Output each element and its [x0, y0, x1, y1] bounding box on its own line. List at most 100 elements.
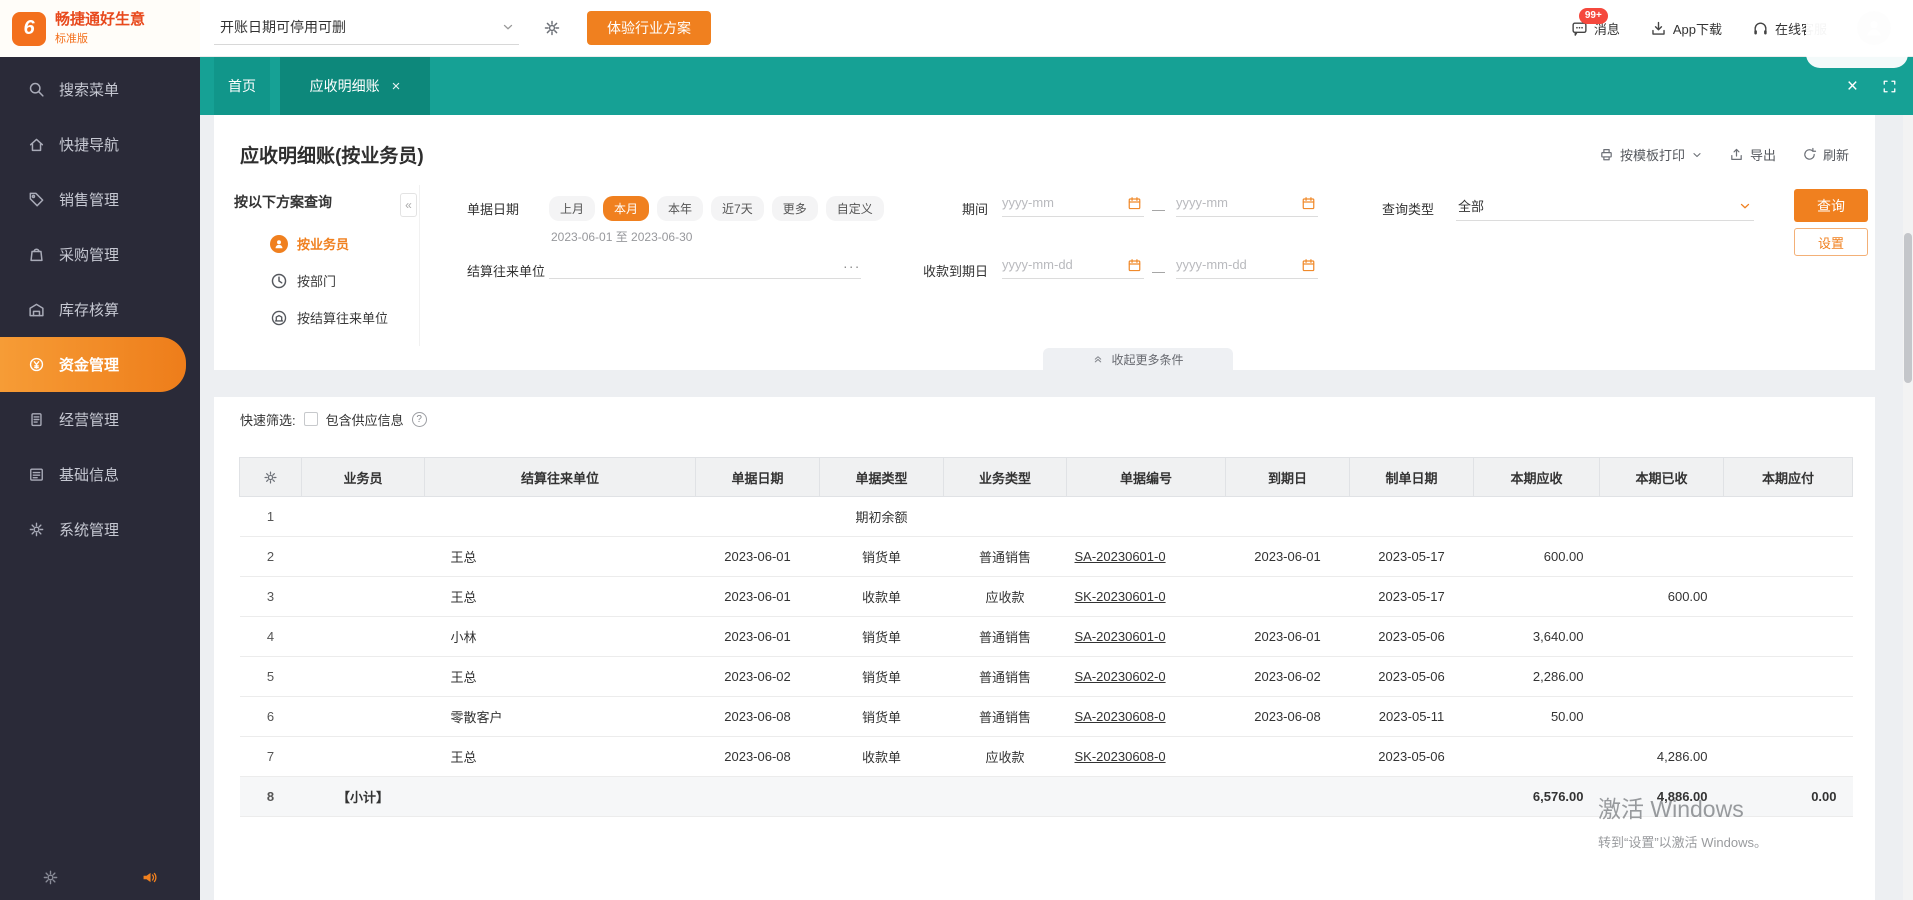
sidebar-item-purchase-mgmt[interactable]: 采购管理 [0, 227, 200, 282]
cell-receivable [1473, 496, 1600, 537]
cell-salesperson [301, 576, 425, 617]
query-scheme-title: 按以下方案查询 [234, 194, 332, 210]
sidebar-item-label: 基础信息 [59, 467, 120, 484]
row-no: 1 [239, 496, 302, 537]
chip-last-month[interactable]: 上月 [549, 196, 596, 221]
sidebar-item-business-mgmt[interactable]: 经营管理 [0, 392, 200, 447]
cell-payable [1723, 696, 1853, 737]
chip-custom[interactable]: 自定义 [825, 196, 884, 221]
table-row[interactable]: 3 王总 2023-06-01 收款单 应收款 SK-20230601-0 20… [239, 576, 1853, 617]
period-from-input[interactable] [1002, 189, 1144, 217]
help-icon[interactable]: ? [411, 411, 427, 427]
system-icon [28, 521, 45, 538]
table-row[interactable]: 7 王总 2023-06-08 收款单 应收款 SK-20230608-0 20… [239, 736, 1853, 777]
sidebar-item-quick-nav[interactable]: 快捷导航 [0, 117, 200, 172]
close-all-tabs-icon[interactable]: × [1847, 77, 1858, 96]
fullscreen-icon[interactable] [1882, 79, 1897, 94]
cell-payable [1723, 736, 1853, 777]
sidebar-item-search-menu[interactable]: 搜索菜单 [0, 62, 200, 117]
settings-gear-icon[interactable] [42, 869, 59, 886]
scrollbar-thumb[interactable] [1904, 233, 1912, 383]
table-row[interactable]: 5 王总 2023-06-02 销货单 普通销售 SA-20230602-0 2… [239, 656, 1853, 697]
sidebar: 6 畅捷通好生意 标准版 搜索菜单 快捷导航 销售管理 采购管理 库存核算 资金… [0, 0, 200, 900]
range-dash: — [1152, 202, 1165, 217]
doc-link[interactable]: SA-20230602-0 [1075, 669, 1166, 684]
cell-payable [1723, 656, 1853, 697]
sidebar-item-fund-mgmt[interactable]: 资金管理 [0, 337, 186, 392]
row-no: 6 [239, 696, 302, 737]
chip-this-year[interactable]: 本年 [657, 196, 704, 221]
column-settings-cell [239, 457, 302, 497]
due-date-label: 收款到期日 [922, 264, 988, 279]
cell-doc-type: 销货单 [819, 536, 944, 577]
brand-edition: 标准版 [55, 33, 88, 46]
sidebar-item-base-info[interactable]: 基础信息 [0, 447, 200, 502]
tab-home[interactable]: 首页 [214, 57, 270, 115]
due-to-input[interactable] [1176, 251, 1318, 279]
panel-collapse-button[interactable]: « [400, 193, 417, 217]
sidebar-item-system-mgmt[interactable]: 系统管理 [0, 502, 200, 557]
doc-link[interactable]: SK-20230608-0 [1075, 749, 1166, 764]
doc-link[interactable]: SA-20230601-0 [1075, 549, 1166, 564]
messages-link[interactable]: 99+ 消息 [1571, 7, 1620, 38]
row-no: 3 [239, 576, 302, 617]
announcement-speaker-icon[interactable] [141, 869, 158, 886]
calendar-icon[interactable] [1301, 258, 1316, 273]
chip-last-7-days[interactable]: 近7天 [711, 196, 764, 221]
cell-received [1599, 656, 1724, 697]
sidebar-item-inventory-accounting[interactable]: 库存核算 [0, 282, 200, 337]
export-button[interactable]: 导出 [1729, 145, 1776, 164]
due-from-input[interactable] [1002, 251, 1144, 279]
doc-link[interactable]: SA-20230608-0 [1075, 709, 1166, 724]
search-button[interactable]: 查询 [1794, 189, 1868, 222]
cell-doc-type: 销货单 [819, 656, 944, 697]
table-row[interactable]: 2 王总 2023-06-01 销货单 普通销售 SA-20230601-0 2… [239, 536, 1853, 577]
app-download-label: App下载 [1672, 21, 1722, 37]
settlement-unit-input[interactable] [549, 251, 861, 279]
table-row[interactable]: 1 期初余额 [239, 496, 1853, 537]
collapse-more-conditions[interactable]: 收起更多条件 [1043, 348, 1233, 370]
column-settings-gear-icon[interactable] [263, 470, 278, 485]
cell-salesperson [301, 616, 425, 657]
cell-salesperson [301, 536, 425, 577]
chip-this-month[interactable]: 本月 [603, 196, 650, 221]
period-from-field [1002, 189, 1144, 219]
topbar: 开账日期可停用可删 体验行业方案 99+ 消息 App下载 在线客服 [200, 0, 1913, 57]
cell-doc-date: 2023-06-08 [695, 736, 820, 777]
trial-solution-button[interactable]: 体验行业方案 [587, 11, 711, 45]
settings-button[interactable]: 设置 [1794, 228, 1868, 256]
vertical-scrollbar[interactable] [1903, 115, 1913, 900]
account-set-dropdown[interactable]: 开账日期可停用可删 [214, 12, 519, 45]
table-row[interactable]: 6 零散客户 2023-06-08 销货单 普通销售 SA-20230608-0… [239, 696, 1853, 737]
tab-receivable-ledger[interactable]: 应收明细账 × [280, 57, 430, 115]
calendar-icon[interactable] [1127, 196, 1142, 211]
account-settings-gear-icon[interactable] [543, 19, 561, 37]
tab-close-icon[interactable]: × [392, 78, 401, 95]
refresh-button[interactable]: 刷新 [1802, 145, 1849, 164]
query-type-select[interactable]: 全部 [1456, 191, 1754, 221]
cell-salesperson [301, 656, 425, 697]
table-header-row: 业务员 结算往来单位 单据日期 单据类型 业务类型 单据编号 到期日 制单日期 … [239, 457, 1853, 497]
print-by-template-button[interactable]: 按模板打印 [1599, 145, 1703, 164]
app-download-link[interactable]: App下载 [1650, 19, 1722, 38]
query-scheme-by-salesperson[interactable]: 按业务员 [214, 225, 419, 262]
table-row[interactable]: 4 小林 2023-06-01 销货单 普通销售 SA-20230601-0 2… [239, 616, 1853, 657]
cell-due-date: 2023-06-08 [1225, 696, 1350, 737]
chip-more[interactable]: 更多 [771, 196, 818, 221]
doc-link[interactable]: SA-20230601-0 [1075, 629, 1166, 644]
period-to-input[interactable] [1176, 189, 1318, 217]
calendar-icon[interactable] [1127, 258, 1142, 273]
doc-link[interactable]: SK-20230601-0 [1075, 589, 1166, 604]
cell-receivable [1473, 736, 1600, 777]
calendar-icon[interactable] [1301, 196, 1316, 211]
query-scheme-label: 按部门 [297, 274, 337, 289]
cell-doc-date: 2023-06-02 [695, 656, 820, 697]
sidebar-item-sales-mgmt[interactable]: 销售管理 [0, 172, 200, 227]
query-scheme-by-settlement-unit[interactable]: 按结算往来单位 [214, 299, 419, 336]
settlement-unit-picker[interactable]: ... [843, 255, 861, 271]
cell-unit: 王总 [424, 656, 696, 697]
col-doc-type: 单据类型 [819, 457, 944, 497]
query-scheme-by-department[interactable]: 按部门 [214, 262, 419, 299]
cell-salesperson: 【小计】 [301, 776, 425, 817]
include-supplier-checkbox[interactable] [303, 412, 318, 426]
